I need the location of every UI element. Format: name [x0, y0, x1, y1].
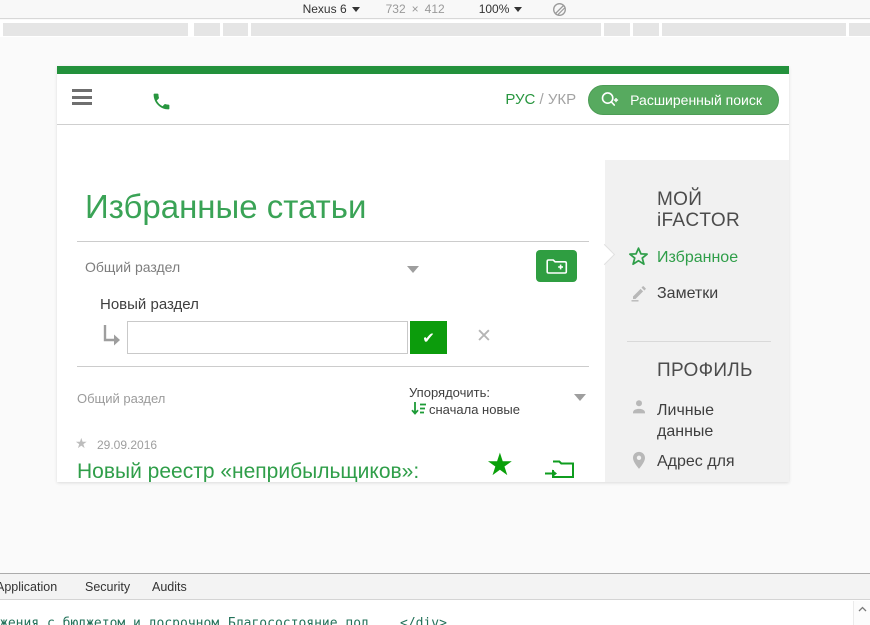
page-title: Избранные статьи — [85, 188, 367, 225]
folder-plus-icon — [545, 259, 567, 274]
pencil-icon — [630, 284, 648, 307]
divider — [77, 241, 589, 242]
close-icon: ✕ — [476, 326, 492, 347]
sidebar-item-notes[interactable]: Заметки — [657, 285, 718, 303]
advanced-search-label: Расширенный поиск — [630, 91, 762, 108]
language-switcher: РУС / УКР — [505, 91, 576, 108]
chevron-down-icon[interactable] — [407, 266, 419, 273]
lang-separator: / — [539, 91, 544, 108]
menu-icon[interactable] — [72, 89, 92, 105]
map-pin-icon — [631, 451, 647, 475]
brand-top-strip — [57, 66, 789, 74]
media-query-segment[interactable] — [662, 23, 846, 36]
check-icon: ✔ — [422, 329, 435, 347]
site-page: РУС / УКР Расширенный поиск Избранные ст… — [57, 66, 789, 482]
search-plus-icon — [601, 92, 619, 106]
lang-ukr-link[interactable]: УКР — [548, 91, 576, 108]
article-title-link[interactable]: Новый реестр «неприбыльщиков»: — [77, 460, 419, 482]
date-star-icon: ★ — [75, 435, 88, 451]
elements-closing-tag: </div> — [400, 616, 447, 625]
chevron-down-icon[interactable] — [574, 394, 586, 401]
sort-value[interactable]: сначала новые — [429, 402, 520, 417]
media-query-segment[interactable] — [223, 23, 248, 36]
devtools-content[interactable]: жения с бюджетом и досрочном.. Благосост… — [0, 601, 853, 625]
sidebar-item-favorites[interactable]: Избранное — [657, 249, 738, 267]
star-outline-icon — [628, 246, 649, 272]
favorite-star-icon[interactable]: ★ — [486, 449, 514, 480]
lang-rus-link[interactable]: РУС — [505, 91, 535, 108]
my-ifactor-title-line2: iFACTOR — [657, 210, 741, 231]
my-ifactor-title-line1: МОЙ — [657, 189, 703, 210]
devtools-panel: Application Security Audits жения с бюдж… — [0, 573, 870, 625]
active-item-notch — [593, 243, 616, 266]
add-folder-button[interactable] — [536, 250, 577, 282]
chevron-down-icon — [351, 6, 360, 12]
scrollbar[interactable] — [853, 601, 870, 625]
section-name: Общий раздел — [77, 391, 166, 406]
person-icon — [630, 398, 648, 421]
advanced-search-button[interactable]: Расширенный поиск — [588, 84, 779, 115]
tab-security[interactable]: Security — [85, 580, 130, 594]
media-query-segment[interactable] — [604, 23, 630, 36]
sidebar-item-address[interactable]: Адрес для — [657, 453, 735, 471]
tab-application[interactable]: Application — [0, 580, 57, 594]
site-header: РУС / УКР Расширенный поиск — [57, 74, 789, 125]
media-query-segment[interactable] — [194, 23, 220, 36]
tab-audits[interactable]: Audits — [152, 580, 187, 594]
device-toolbar: Nexus 6 732 × 412 100% — [0, 0, 870, 19]
chevron-down-icon — [514, 6, 523, 12]
new-section-input[interactable] — [127, 321, 408, 354]
dimension-separator: × — [411, 2, 419, 16]
profile-title: ПРОФИЛЬ — [657, 360, 753, 381]
phone-icon[interactable] — [151, 91, 172, 117]
devtools-tabbar: Application Security Audits — [0, 574, 870, 600]
elements-text-fragment: Благосостояние под — [228, 616, 369, 625]
zoom-selector[interactable]: 100% — [479, 2, 523, 16]
article-date: 29.09.2016 — [97, 438, 158, 452]
device-selector[interactable]: Nexus 6 — [303, 2, 360, 16]
viewport-height-input[interactable]: 412 — [425, 2, 445, 16]
media-query-bar[interactable] — [0, 20, 870, 37]
media-query-segment[interactable] — [849, 23, 870, 36]
sidebar-item-personal-data[interactable]: Личные данные — [657, 400, 737, 442]
viewport-width-input[interactable]: 732 — [386, 2, 406, 16]
enter-arrow-icon — [99, 322, 125, 353]
confirm-button[interactable]: ✔ — [410, 321, 447, 354]
scroll-up-icon[interactable] — [858, 606, 867, 612]
sidebar: МОЙ iFACTOR Избранное Заметки ПРОФИЛЬ Ли… — [593, 160, 789, 482]
media-query-segment[interactable] — [633, 23, 659, 36]
sidebar-divider — [627, 341, 771, 342]
media-query-segment[interactable] — [251, 23, 601, 36]
sort-label: Упорядочить: — [409, 385, 490, 400]
media-query-segment[interactable] — [3, 23, 188, 36]
divider — [77, 366, 589, 367]
screen: Nexus 6 732 × 412 100% РУС / УКР Расшире… — [0, 0, 870, 625]
rotate-device-icon[interactable] — [552, 2, 567, 17]
cancel-button[interactable]: ✕ — [476, 325, 492, 348]
new-section-label: Новый раздел — [100, 296, 199, 313]
move-to-folder-icon[interactable] — [543, 457, 575, 482]
zoom-value: 100% — [478, 2, 510, 16]
device-name: Nexus 6 — [302, 2, 347, 16]
elements-text-fragment: жения с бюджетом и досрочном.. — [0, 616, 235, 625]
sort-desc-icon — [411, 401, 427, 422]
folder-select-value[interactable]: Общий раздел — [85, 259, 180, 275]
slashed-circle-icon — [553, 2, 567, 16]
